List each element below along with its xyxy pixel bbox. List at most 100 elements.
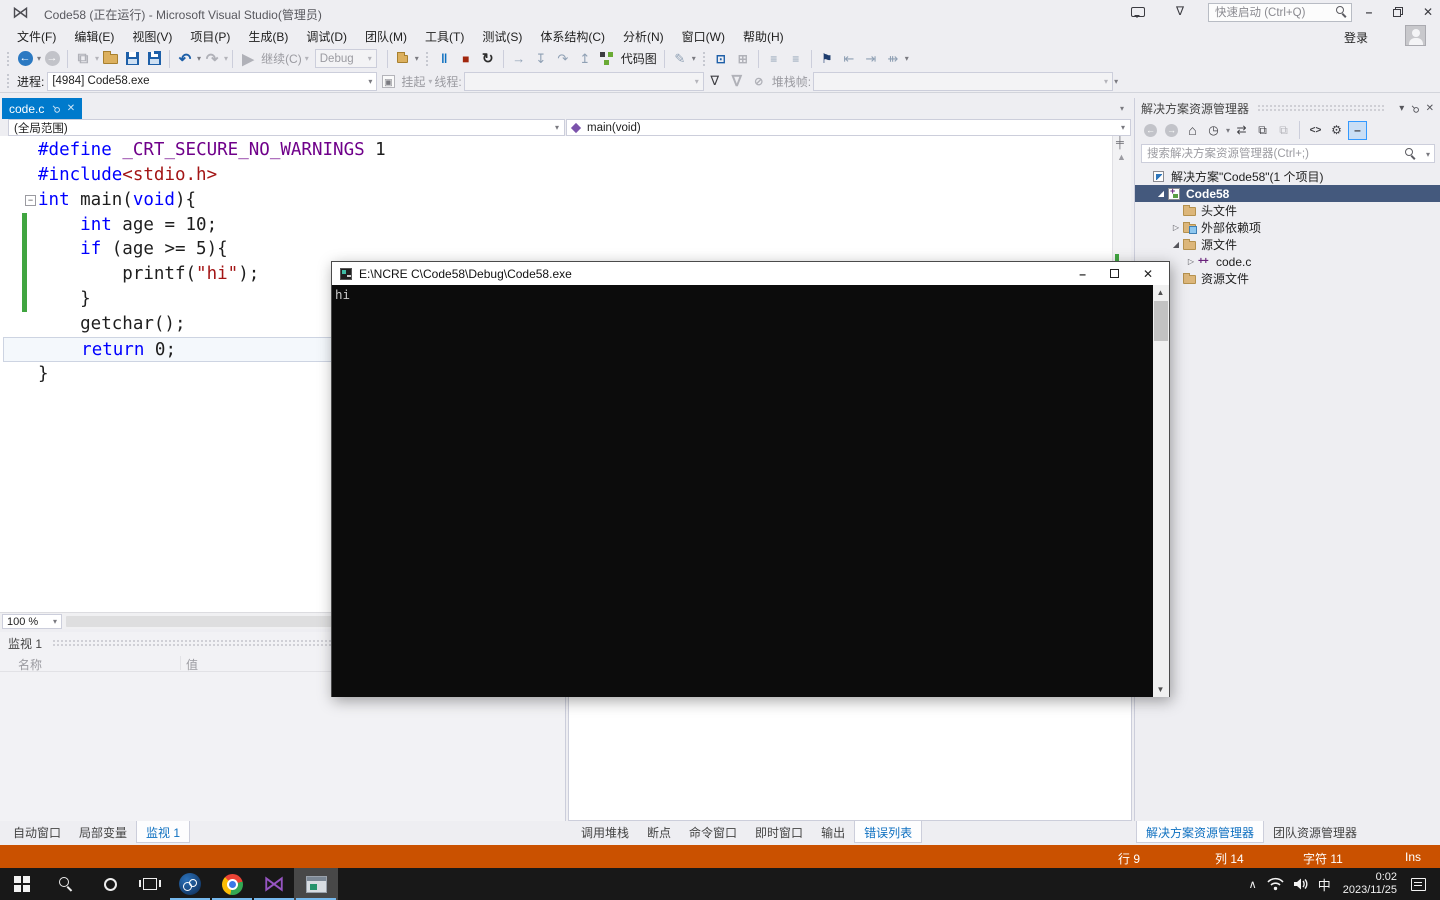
explorer-back-icon[interactable]: ← [1141, 121, 1160, 140]
menu-item-6[interactable]: 团队(M) [356, 28, 416, 45]
save-button[interactable] [122, 49, 142, 69]
undo-button[interactable]: ↶ [175, 49, 195, 69]
navigate-back-button[interactable]: ← [15, 49, 35, 69]
panel-tab-left-2[interactable]: 监视 1 [136, 821, 191, 843]
speaker-icon[interactable] [1293, 877, 1309, 891]
copy-window-icon[interactable]: ⊞ [733, 49, 753, 69]
panel-tab-left-0[interactable]: 自动窗口 [4, 821, 70, 843]
menu-item-11[interactable]: 窗口(W) [673, 28, 734, 45]
cortana-button[interactable] [88, 868, 132, 900]
new-file-button[interactable]: ⧉ [73, 49, 93, 69]
restart-button[interactable]: ↻ [478, 49, 498, 69]
step-into-button[interactable]: ↧ [531, 49, 551, 69]
steam-taskbar-button[interactable] [168, 868, 212, 900]
action-center-icon[interactable] [1411, 877, 1426, 891]
solution-search-input[interactable] [1141, 144, 1435, 163]
tree-item-2[interactable]: 头文件 [1135, 202, 1440, 219]
restore-button[interactable] [1388, 5, 1410, 20]
menu-item-7[interactable]: 工具(T) [416, 28, 473, 45]
debug-toolbar-grip[interactable] [424, 50, 429, 67]
console-app-taskbar-button[interactable] [294, 868, 338, 900]
explorer-forward-icon[interactable]: → [1162, 121, 1181, 140]
console-minimize-button[interactable]: – [1079, 267, 1086, 281]
undo-caret[interactable]: ▾ [197, 54, 201, 63]
menu-item-5[interactable]: 调试(D) [297, 28, 356, 45]
watch-name-column[interactable]: 名称 [18, 656, 42, 673]
debug-location-grip[interactable] [6, 73, 10, 89]
next-bookmark-button[interactable]: ⇥ [861, 49, 881, 69]
tree-expander-icon[interactable]: ◢ [1169, 240, 1183, 249]
thread-dropdown[interactable]: ▾ [463, 71, 704, 91]
refresh-icon[interactable]: ⧉ [1253, 121, 1272, 140]
tree-item-4[interactable]: ◢ 源文件 [1135, 236, 1440, 253]
comment-button[interactable]: ✎ [670, 49, 690, 69]
code-line[interactable]: #include<stdio.h> [0, 163, 1112, 188]
tree-item-3[interactable]: ▷ 外部依赖项 [1135, 219, 1440, 236]
console-title-bar[interactable]: E:\NCRE C\Code58\Debug\Code58.exe – ✕ [332, 262, 1169, 285]
panel-tab-middle-4[interactable]: 输出 [812, 821, 854, 843]
panel-tab-right-0[interactable]: 解决方案资源管理器 [1136, 821, 1265, 843]
save-all-button[interactable] [144, 49, 164, 69]
increase-indent-button[interactable]: ≡ [786, 49, 806, 69]
code-line[interactable]: int age = 10; [0, 213, 1112, 238]
clear-bookmarks-button[interactable]: ⇻ [883, 49, 903, 69]
menu-item-2[interactable]: 视图(V) [123, 28, 181, 45]
navigate-back-caret[interactable]: ▾ [37, 54, 41, 63]
properties-wrench-icon[interactable]: ⚙ [1327, 121, 1346, 140]
redo-caret[interactable]: ▾ [224, 54, 228, 63]
code-line[interactable]: int main(void){ [0, 188, 1112, 213]
visual-studio-taskbar-button[interactable]: ⋈ [252, 868, 296, 900]
find-in-files-icon[interactable] [393, 49, 413, 69]
chrome-taskbar-button[interactable] [210, 868, 254, 900]
tree-item-5[interactable]: ▷ ++ code.c [1135, 253, 1440, 270]
close-tab-icon[interactable]: ✕ [67, 103, 75, 114]
console-maximize-button[interactable] [1109, 269, 1119, 278]
process-dropdown[interactable]: [4984] Code58.exe ▾ [47, 71, 378, 91]
suspend-threads-icon[interactable]: ⊘ [749, 71, 769, 91]
redo-button[interactable]: ↷ [202, 49, 222, 69]
ime-indicator[interactable]: 中 [1318, 875, 1331, 894]
close-button[interactable]: ✕ [1417, 5, 1439, 20]
panel-tab-middle-0[interactable]: 调用堆栈 [572, 821, 638, 843]
panel-tab-left-1[interactable]: 局部变量 [70, 821, 136, 843]
panel-tab-middle-2[interactable]: 命令窗口 [680, 821, 746, 843]
thread-filter-icon[interactable]: ∇ [705, 71, 725, 91]
step-out-button[interactable]: ↥ [575, 49, 595, 69]
panel-tab-middle-5[interactable]: 错误列表 [854, 821, 923, 843]
filter-caret[interactable]: ▾ [1226, 126, 1230, 135]
taskbar-search-button[interactable] [44, 868, 88, 900]
minimize-button[interactable]: – [1358, 5, 1380, 20]
pin-tab-icon[interactable]: ⚲ [50, 102, 63, 115]
tab-code-c[interactable]: code.c ⚲ ✕ [2, 98, 83, 119]
bookmark-button[interactable]: ⚑ [817, 49, 837, 69]
menu-item-9[interactable]: 体系结构(C) [531, 28, 614, 45]
tree-expander-icon[interactable]: ▷ [1169, 223, 1183, 232]
tree-item-1[interactable]: ◢ Code58 [1135, 185, 1440, 202]
console-scroll-down-icon[interactable]: ▼ [1157, 685, 1165, 694]
stack-frame-dropdown[interactable]: ▾ [813, 71, 1114, 91]
previous-bookmark-button[interactable]: ⇤ [839, 49, 859, 69]
toolbar-grip[interactable] [6, 50, 10, 67]
preview-selected-items-icon[interactable]: – [1348, 120, 1368, 140]
feedback-icon[interactable] [1131, 7, 1145, 18]
show-hidden-icons-chevron[interactable]: ∧ [1249, 878, 1257, 891]
menu-item-12[interactable]: 帮助(H) [734, 28, 793, 45]
menu-item-1[interactable]: 编辑(E) [65, 28, 123, 45]
console-window[interactable]: E:\NCRE C\Code58\Debug\Code58.exe – ✕ hi… [331, 261, 1170, 697]
quick-launch-input[interactable] [1208, 3, 1352, 22]
close-panel-icon[interactable]: ✕ [1426, 103, 1434, 114]
collapse-icon[interactable]: ⧉ [1274, 121, 1293, 140]
continue-caret[interactable]: ▾ [305, 54, 309, 63]
new-window-icon[interactable]: ⊡ [711, 49, 731, 69]
task-view-button[interactable] [128, 868, 172, 900]
console-scroll-up-icon[interactable]: ▲ [1157, 288, 1165, 297]
pending-changes-filter-icon[interactable]: ◷ [1204, 121, 1223, 140]
continue-button-icon[interactable]: ▶ [238, 49, 258, 69]
editor-toolbar-grip[interactable] [701, 50, 706, 67]
user-avatar[interactable] [1405, 25, 1426, 46]
step-over-button[interactable]: ↷ [553, 49, 573, 69]
code-map-icon[interactable] [597, 49, 617, 69]
console-output-area[interactable]: hi ▲ ▼ [332, 285, 1169, 697]
sync-with-active-document-icon[interactable]: ⇄ [1232, 121, 1251, 140]
console-close-button[interactable]: ✕ [1143, 267, 1153, 281]
